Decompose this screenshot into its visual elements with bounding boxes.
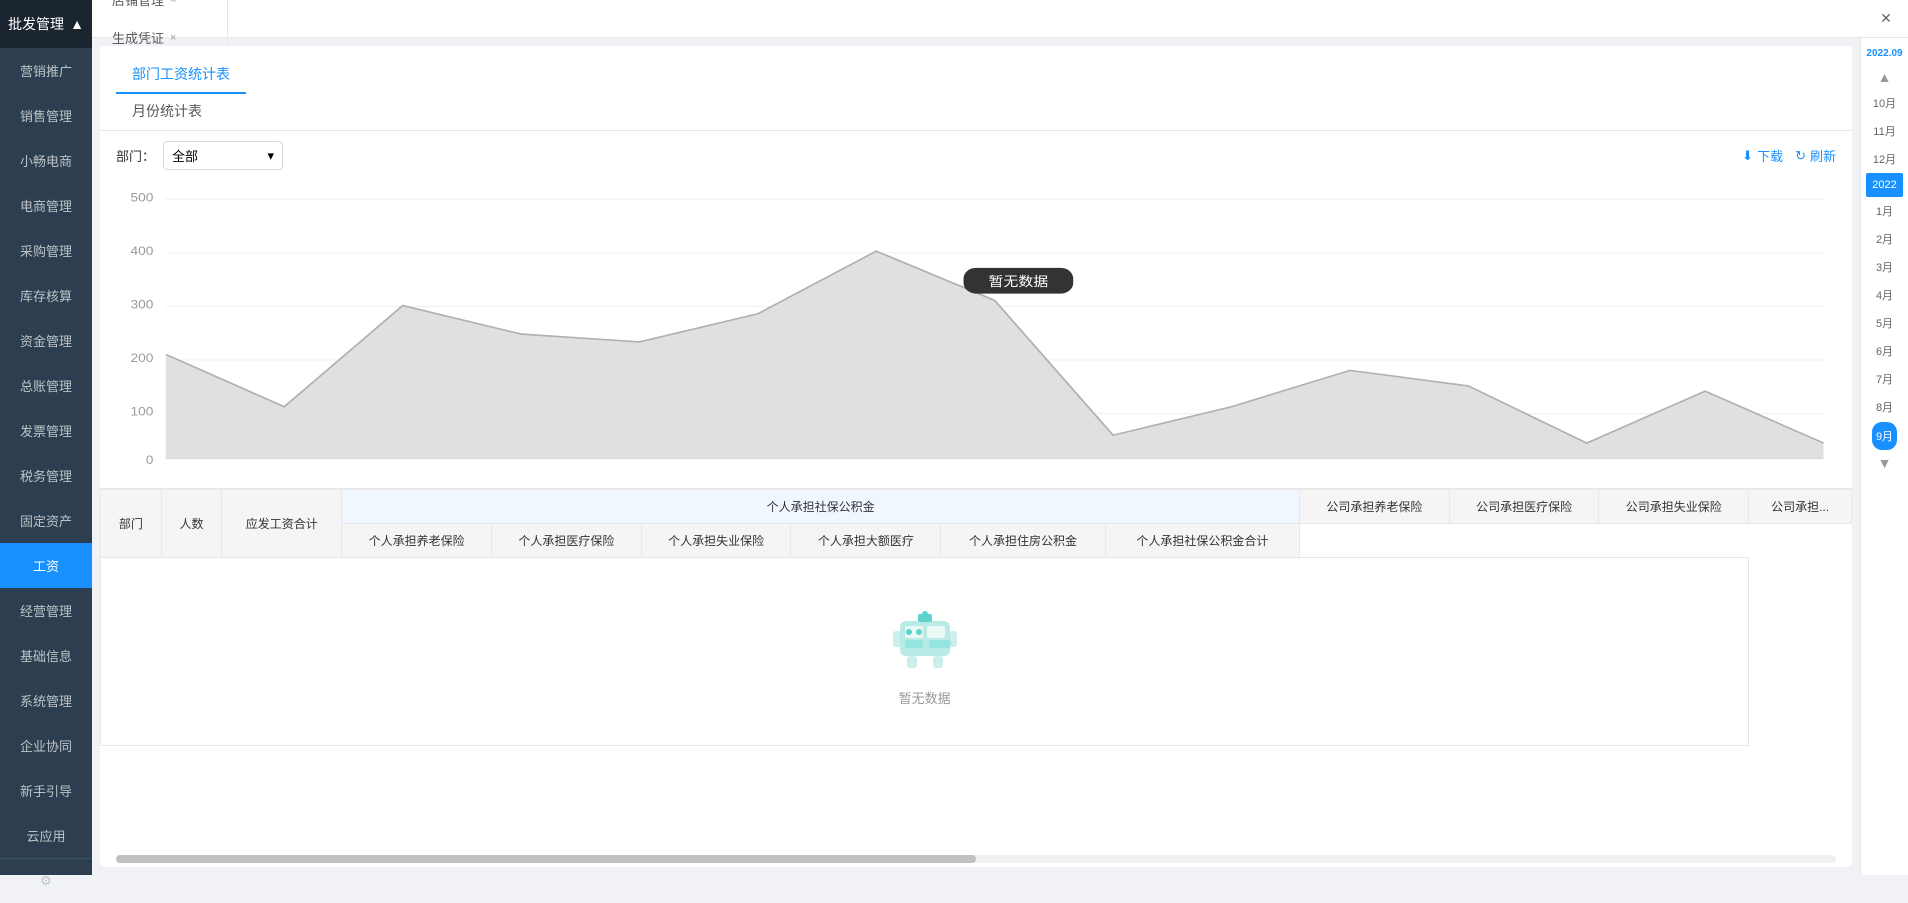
chevron-down-icon: ▾ — [267, 148, 274, 164]
tab-close-icon[interactable]: × — [170, 0, 176, 6]
timeline-item-10月[interactable]: 10月 — [1866, 89, 1903, 117]
svg-text:400: 400 — [131, 244, 154, 258]
sidebar-item-固定资产[interactable]: 固定资产 — [0, 498, 92, 543]
timeline-item-12月[interactable]: 12月 — [1866, 145, 1903, 173]
sub-tabs: 部门工资统计表月份统计表 — [100, 46, 1852, 131]
download-label: 下载 — [1757, 146, 1783, 165]
toolbar: 部门： 全部 ▾ ⬇ 下载 ↻ 刷新 — [100, 131, 1852, 180]
timeline-item-1月[interactable]: 1月 — [1866, 197, 1903, 225]
col-dept: 部门 — [101, 490, 162, 558]
settings-icon: ⚙ — [40, 873, 52, 888]
sidebar-item-发票管理[interactable]: 发票管理 — [0, 408, 92, 453]
timeline-item-9月[interactable]: 9月 — [1872, 422, 1897, 450]
page-content: 部门工资统计表月份统计表 部门： 全部 ▾ ⬇ 下载 — [100, 46, 1852, 867]
sidebar-item-电商管理[interactable]: 电商管理 — [0, 183, 92, 228]
sidebar-item-税务管理[interactable]: 税务管理 — [0, 453, 92, 498]
col-personal-pension: 个人承担养老保险 — [342, 524, 492, 558]
empty-text: 暂无数据 — [899, 688, 951, 707]
sidebar-header[interactable]: 批发管理 ▲ — [0, 0, 92, 48]
timeline-item-7月[interactable]: 7月 — [1866, 365, 1903, 393]
sidebar-item-新手引导[interactable]: 新手引导 — [0, 768, 92, 813]
dept-select[interactable]: 全部 ▾ — [163, 141, 283, 170]
sidebar-item-销售管理[interactable]: 销售管理 — [0, 93, 92, 138]
timeline-up-arrow[interactable]: ▲ — [1874, 65, 1896, 89]
download-button[interactable]: ⬇ 下载 — [1742, 146, 1783, 165]
refresh-button[interactable]: ↻ 刷新 — [1795, 146, 1836, 165]
timeline-item-6月[interactable]: 6月 — [1866, 337, 1903, 365]
download-icon: ⬇ — [1742, 148, 1753, 164]
sidebar-item-系统管理[interactable]: 系统管理 — [0, 678, 92, 723]
toolbar-right: ⬇ 下载 ↻ 刷新 — [1742, 146, 1836, 165]
timeline-items: 10月11月12月20221月2月3月4月5月6月7月8月9月 — [1866, 89, 1903, 451]
data-table: 部门 人数 应发工资合计 个人承担社保公积金 公司承担养老保险 公司承担医疗保险… — [100, 489, 1852, 746]
sidebar-title: 批发管理 — [8, 14, 64, 34]
sub-tab-部门工资统计表[interactable]: 部门工资统计表 — [116, 56, 246, 94]
timeline-down-arrow[interactable]: ▼ — [1874, 451, 1896, 475]
table-area[interactable]: 部门 人数 应发工资合计 个人承担社保公积金 公司承担养老保险 公司承担医疗保险… — [100, 488, 1852, 851]
tab-店铺管理[interactable]: 店铺管理 × — [100, 0, 228, 19]
content-area: 部门工资统计表月份统计表 部门： 全部 ▾ ⬇ 下载 — [92, 38, 1908, 875]
sidebar-item-资金管理[interactable]: 资金管理 — [0, 318, 92, 363]
main-area: 首页门店商品目录×销售单×店铺管理×生成凭证×应收应付调整单×工资表×工资统计报… — [92, 0, 1908, 875]
tabs-right-actions: ✕ — [1872, 5, 1900, 33]
timeline-item-2022[interactable]: 2022 — [1866, 173, 1903, 197]
timeline-item-5月[interactable]: 5月 — [1866, 309, 1903, 337]
timeline-item-4月[interactable]: 4月 — [1866, 281, 1903, 309]
sidebar-item-采购管理[interactable]: 采购管理 — [0, 228, 92, 273]
col-personal-housing: 个人承担住房公积金 — [941, 524, 1106, 558]
chart-container: 500 400 300 200 100 0 — [100, 180, 1852, 480]
sub-tab-月份统计表[interactable]: 月份统计表 — [116, 93, 246, 131]
col-personal-medical: 个人承担医疗保险 — [492, 524, 642, 558]
sub-tabs-list: 部门工资统计表月份统计表 — [116, 56, 246, 130]
sidebar-item-云应用[interactable]: 云应用 — [0, 813, 92, 858]
col-company-pension: 公司承担养老保险 — [1300, 490, 1450, 524]
toolbar-left: 部门： 全部 ▾ — [116, 141, 283, 170]
col-company-medical: 公司承担医疗保险 — [1449, 490, 1599, 524]
sidebar-item-经营管理[interactable]: 经营管理 — [0, 588, 92, 633]
sidebar-item-小畅电商[interactable]: 小畅电商 — [0, 138, 92, 183]
tab-label: 店铺管理 — [112, 0, 164, 9]
col-total-salary: 应发工资合计 — [222, 490, 342, 558]
dept-value: 全部 — [172, 146, 198, 165]
svg-text:300: 300 — [131, 298, 154, 312]
col-personal-unemployment: 个人承担失业保险 — [641, 524, 791, 558]
empty-robot-icon — [885, 596, 965, 676]
timeline-item-2月[interactable]: 2月 — [1866, 225, 1903, 253]
horizontal-scrollbar[interactable] — [116, 855, 1836, 863]
timeline-current-date[interactable]: 2022.09 — [1861, 42, 1908, 65]
svg-text:暂无数据: 暂无数据 — [988, 274, 1048, 289]
sidebar-item-基础信息[interactable]: 基础信息 — [0, 633, 92, 678]
svg-text:200: 200 — [131, 351, 154, 365]
sidebar-item-营销推广[interactable]: 营销推广 — [0, 48, 92, 93]
col-personal-major-medical: 个人承担大额医疗 — [791, 524, 941, 558]
svg-text:500: 500 — [131, 190, 154, 204]
sidebar-item-企业协同[interactable]: 企业协同 — [0, 723, 92, 768]
sidebar-item-总账管理[interactable]: 总账管理 — [0, 363, 92, 408]
sidebar-settings[interactable]: ⚙ — [0, 858, 92, 903]
timeline-sidebar: 2022.09 ▲ 10月11月12月20221月2月3月4月5月6月7月8月9… — [1860, 38, 1908, 875]
col-company-more: 公司承担... — [1749, 490, 1852, 524]
scrollbar-thumb[interactable] — [116, 855, 976, 863]
svg-text:0: 0 — [146, 453, 154, 467]
timeline-item-3月[interactable]: 3月 — [1866, 253, 1903, 281]
refresh-icon: ↻ — [1795, 148, 1806, 164]
top-tabs: 首页门店商品目录×销售单×店铺管理×生成凭证×应收应付调整单×工资表×工资统计报… — [92, 0, 1908, 38]
timeline-item-8月[interactable]: 8月 — [1866, 393, 1903, 421]
col-personal-group: 个人承担社保公积金 — [342, 490, 1300, 524]
col-headcount: 人数 — [161, 490, 222, 558]
sidebar-items: 营销推广销售管理小畅电商电商管理采购管理库存核算资金管理总账管理发票管理税务管理… — [0, 48, 92, 858]
chart-svg: 500 400 300 200 100 0 — [116, 180, 1836, 480]
refresh-label: 刷新 — [1810, 146, 1836, 165]
sidebar-item-库存核算[interactable]: 库存核算 — [0, 273, 92, 318]
svg-text:100: 100 — [131, 405, 154, 419]
empty-state: 暂无数据 — [113, 566, 1736, 737]
sidebar: 批发管理 ▲ 营销推广销售管理小畅电商电商管理采购管理库存核算资金管理总账管理发… — [0, 0, 92, 875]
timeline-item-11月[interactable]: 11月 — [1866, 117, 1903, 145]
col-personal-total: 个人承担社保公积金合计 — [1105, 524, 1299, 558]
sidebar-item-工资[interactable]: 工资 — [0, 543, 92, 588]
sidebar-arrow: ▲ — [70, 16, 84, 32]
dept-label: 部门： — [116, 146, 155, 165]
col-company-unemployment: 公司承担失业保险 — [1599, 490, 1749, 524]
close-all-tabs-button[interactable]: ✕ — [1872, 5, 1900, 33]
